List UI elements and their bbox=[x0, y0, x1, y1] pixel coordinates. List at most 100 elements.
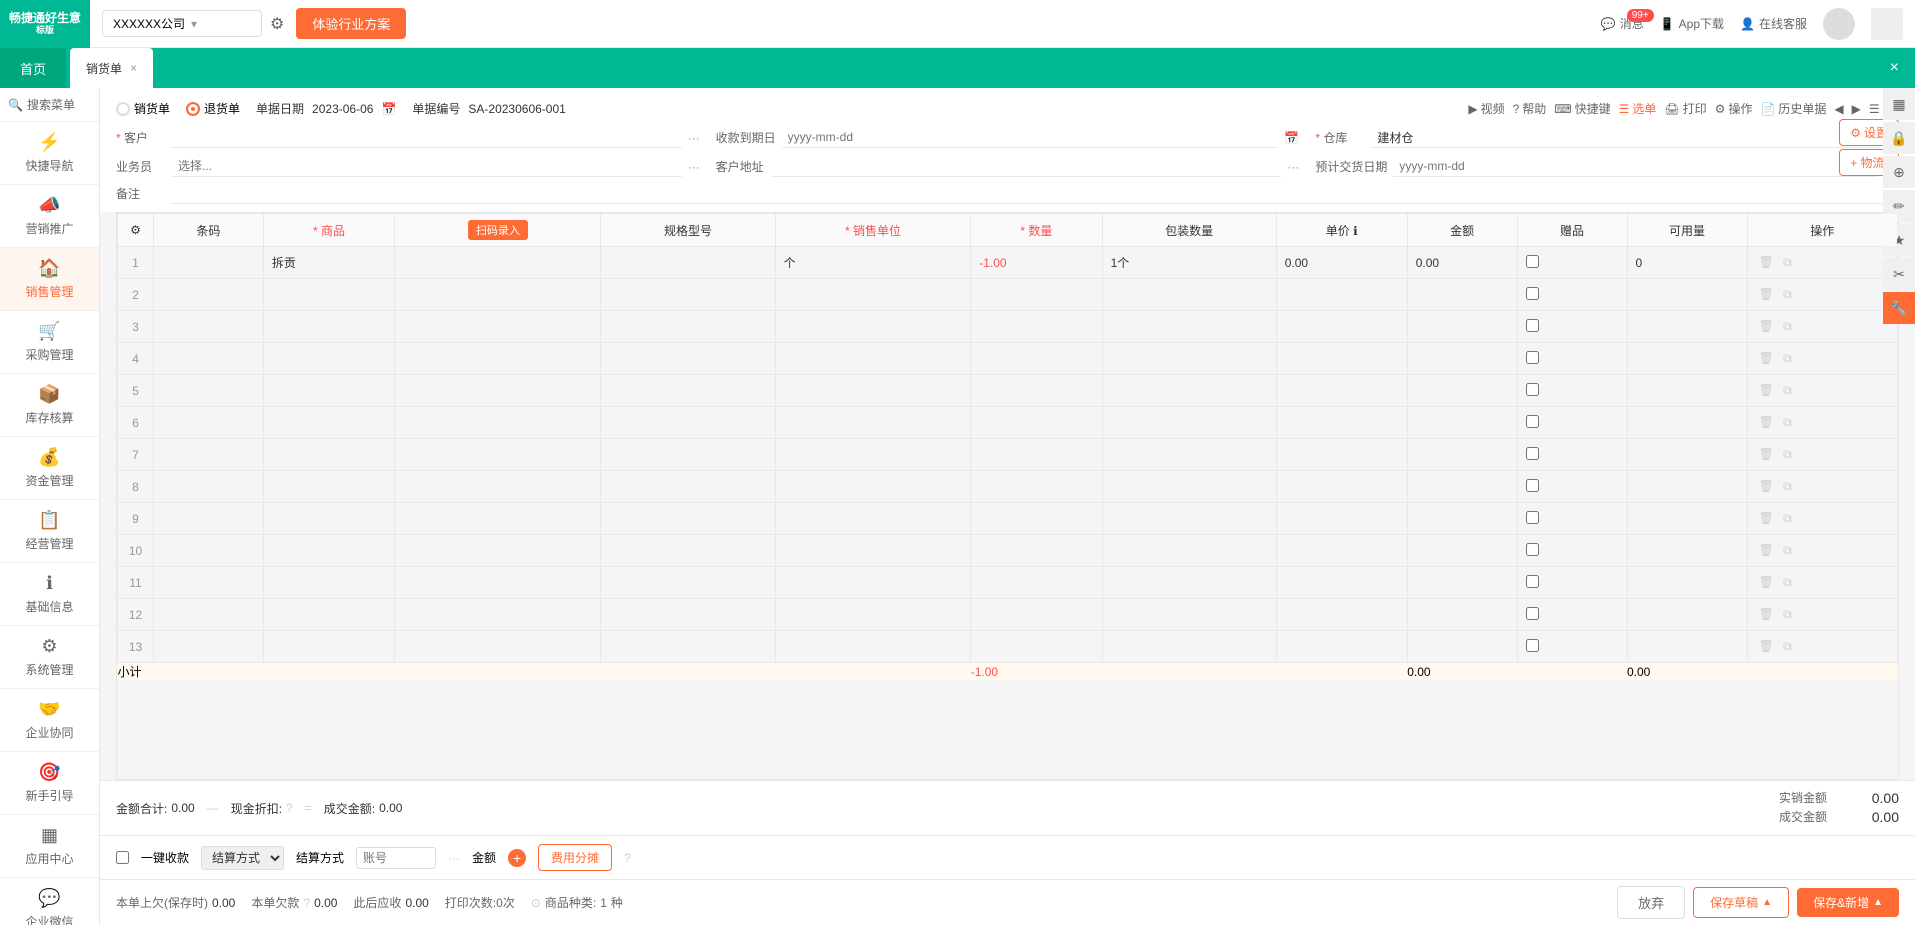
sidebar-item-basic-info[interactable]: ℹ 基础信息 bbox=[0, 563, 99, 626]
delete-row-icon[interactable]: 🗑 bbox=[1759, 639, 1774, 653]
row-amount[interactable] bbox=[1407, 631, 1517, 663]
customer-ellipsis[interactable]: ··· bbox=[688, 131, 700, 145]
row-unit[interactable] bbox=[775, 311, 971, 343]
row-unit[interactable] bbox=[775, 535, 971, 567]
delete-row-icon[interactable]: 🗑 bbox=[1759, 511, 1774, 525]
salesperson-input[interactable] bbox=[172, 156, 682, 177]
row-pkg-qty[interactable] bbox=[1102, 503, 1276, 535]
sidebar-item-quick-nav[interactable]: ⚡ 快捷导航 bbox=[0, 122, 99, 185]
row-unit[interactable]: 个 bbox=[775, 247, 971, 279]
float-tool-button[interactable]: 🔧 bbox=[1883, 292, 1915, 324]
video-button[interactable]: ▶ 视频 bbox=[1468, 100, 1504, 117]
row-quantity[interactable] bbox=[971, 407, 1102, 439]
due-date-calendar-icon[interactable]: 📅 bbox=[1284, 131, 1299, 145]
row-pkg-qty[interactable] bbox=[1102, 535, 1276, 567]
copy-row-icon[interactable]: ⧉ bbox=[1783, 287, 1792, 301]
row-gift[interactable] bbox=[1517, 279, 1627, 311]
save-new-button[interactable]: 保存&新增 ▲ bbox=[1797, 888, 1899, 917]
shortcut-button[interactable]: ⌨ 快捷键 bbox=[1554, 100, 1610, 117]
operation-button[interactable]: ⚙ 操作 bbox=[1715, 100, 1753, 117]
nav-next-button[interactable]: ▶ bbox=[1852, 102, 1861, 116]
row-quantity[interactable] bbox=[971, 631, 1102, 663]
row-barcode[interactable] bbox=[154, 407, 264, 439]
row-product[interactable] bbox=[263, 375, 394, 407]
save-draft-button[interactable]: 保存草稿 ▲ bbox=[1693, 887, 1789, 918]
scan-button[interactable]: 扫码录入 bbox=[468, 220, 528, 240]
float-cut-button[interactable]: ✂ bbox=[1883, 258, 1915, 290]
delete-row-icon[interactable]: 🗑 bbox=[1759, 255, 1774, 269]
row-pkg-qty[interactable] bbox=[1102, 407, 1276, 439]
sidebar-item-inventory[interactable]: 📦 库存核算 bbox=[0, 374, 99, 437]
row-gift[interactable] bbox=[1517, 375, 1627, 407]
row-barcode[interactable] bbox=[154, 247, 264, 279]
row-product[interactable] bbox=[263, 471, 394, 503]
row-quantity[interactable] bbox=[971, 471, 1102, 503]
row-unit-price[interactable] bbox=[1276, 343, 1407, 375]
sidebar-item-system[interactable]: ⚙ 系统管理 bbox=[0, 626, 99, 689]
row-unit-price[interactable] bbox=[1276, 375, 1407, 407]
user-menu[interactable] bbox=[1871, 8, 1903, 40]
row-unit-price[interactable] bbox=[1276, 599, 1407, 631]
row-barcode[interactable] bbox=[154, 535, 264, 567]
discard-button[interactable]: 放弃 bbox=[1617, 886, 1685, 919]
row-amount[interactable] bbox=[1407, 471, 1517, 503]
row-gift[interactable] bbox=[1517, 631, 1627, 663]
customer-address-ellipsis[interactable]: ··· bbox=[1287, 160, 1299, 174]
row-quantity[interactable] bbox=[971, 375, 1102, 407]
row-amount[interactable] bbox=[1407, 311, 1517, 343]
row-unit-price[interactable] bbox=[1276, 631, 1407, 663]
row-amount[interactable] bbox=[1407, 407, 1517, 439]
row-gift[interactable] bbox=[1517, 471, 1627, 503]
nav-prev-button[interactable]: ◀ bbox=[1834, 102, 1843, 116]
row-quantity[interactable] bbox=[971, 439, 1102, 471]
row-spec[interactable] bbox=[601, 343, 775, 375]
row-pkg-qty[interactable] bbox=[1102, 599, 1276, 631]
gear-icon[interactable]: ⚙ bbox=[270, 14, 284, 34]
payment-help-icon[interactable]: ? bbox=[624, 851, 631, 865]
row-barcode[interactable] bbox=[154, 279, 264, 311]
float-grid-button[interactable]: ▦ bbox=[1883, 88, 1915, 120]
doc-no-value[interactable]: SA-20230606-001 bbox=[468, 102, 565, 116]
row-barcode[interactable] bbox=[154, 375, 264, 407]
row-amount[interactable] bbox=[1407, 375, 1517, 407]
customer-input[interactable] bbox=[172, 127, 682, 148]
row-gift[interactable] bbox=[1517, 343, 1627, 375]
row-product[interactable]: 拆贡 bbox=[263, 247, 394, 279]
cash-discount-help[interactable]: ? bbox=[286, 801, 293, 815]
delete-row-icon[interactable]: 🗑 bbox=[1759, 479, 1774, 493]
customer-address-input[interactable] bbox=[772, 156, 1282, 177]
row-product[interactable] bbox=[263, 535, 394, 567]
row-unit-price[interactable] bbox=[1276, 503, 1407, 535]
radio-sales-order[interactable]: 销货单 bbox=[116, 100, 170, 117]
print-button[interactable]: 🖨 打印 bbox=[1664, 100, 1706, 117]
select-button[interactable]: ☰ 选单 bbox=[1619, 100, 1657, 117]
row-quantity[interactable]: -1.00 bbox=[971, 247, 1102, 279]
row-amount[interactable] bbox=[1407, 439, 1517, 471]
row-gift[interactable] bbox=[1517, 567, 1627, 599]
row-pkg-qty[interactable] bbox=[1102, 343, 1276, 375]
expense-split-button[interactable]: 费用分摊 bbox=[538, 844, 612, 871]
row-unit[interactable] bbox=[775, 599, 971, 631]
row-gift[interactable] bbox=[1517, 503, 1627, 535]
row-gift[interactable] bbox=[1517, 439, 1627, 471]
row-product[interactable] bbox=[263, 599, 394, 631]
remark-input[interactable] bbox=[172, 183, 1899, 204]
delete-row-icon[interactable]: 🗑 bbox=[1759, 575, 1774, 589]
row-unit-price[interactable] bbox=[1276, 439, 1407, 471]
delete-row-icon[interactable]: 🗑 bbox=[1759, 383, 1774, 397]
row-spec[interactable] bbox=[601, 375, 775, 407]
copy-row-icon[interactable]: ⧉ bbox=[1783, 447, 1792, 461]
sidebar-item-marketing[interactable]: 📣 营销推广 bbox=[0, 185, 99, 248]
tab-close-icon[interactable]: × bbox=[130, 61, 137, 75]
col-scan[interactable]: 扫码录入 bbox=[395, 214, 601, 247]
row-gift[interactable] bbox=[1517, 535, 1627, 567]
sidebar-item-purchase[interactable]: 🛒 采购管理 bbox=[0, 311, 99, 374]
warehouse-input[interactable] bbox=[1371, 127, 1881, 148]
copy-row-icon[interactable]: ⧉ bbox=[1783, 255, 1792, 269]
row-product[interactable] bbox=[263, 439, 394, 471]
row-unit[interactable] bbox=[775, 407, 971, 439]
row-pkg-qty[interactable] bbox=[1102, 471, 1276, 503]
row-gift[interactable] bbox=[1517, 407, 1627, 439]
tab-home[interactable]: 首页 bbox=[0, 48, 66, 88]
row-unit-price[interactable] bbox=[1276, 279, 1407, 311]
